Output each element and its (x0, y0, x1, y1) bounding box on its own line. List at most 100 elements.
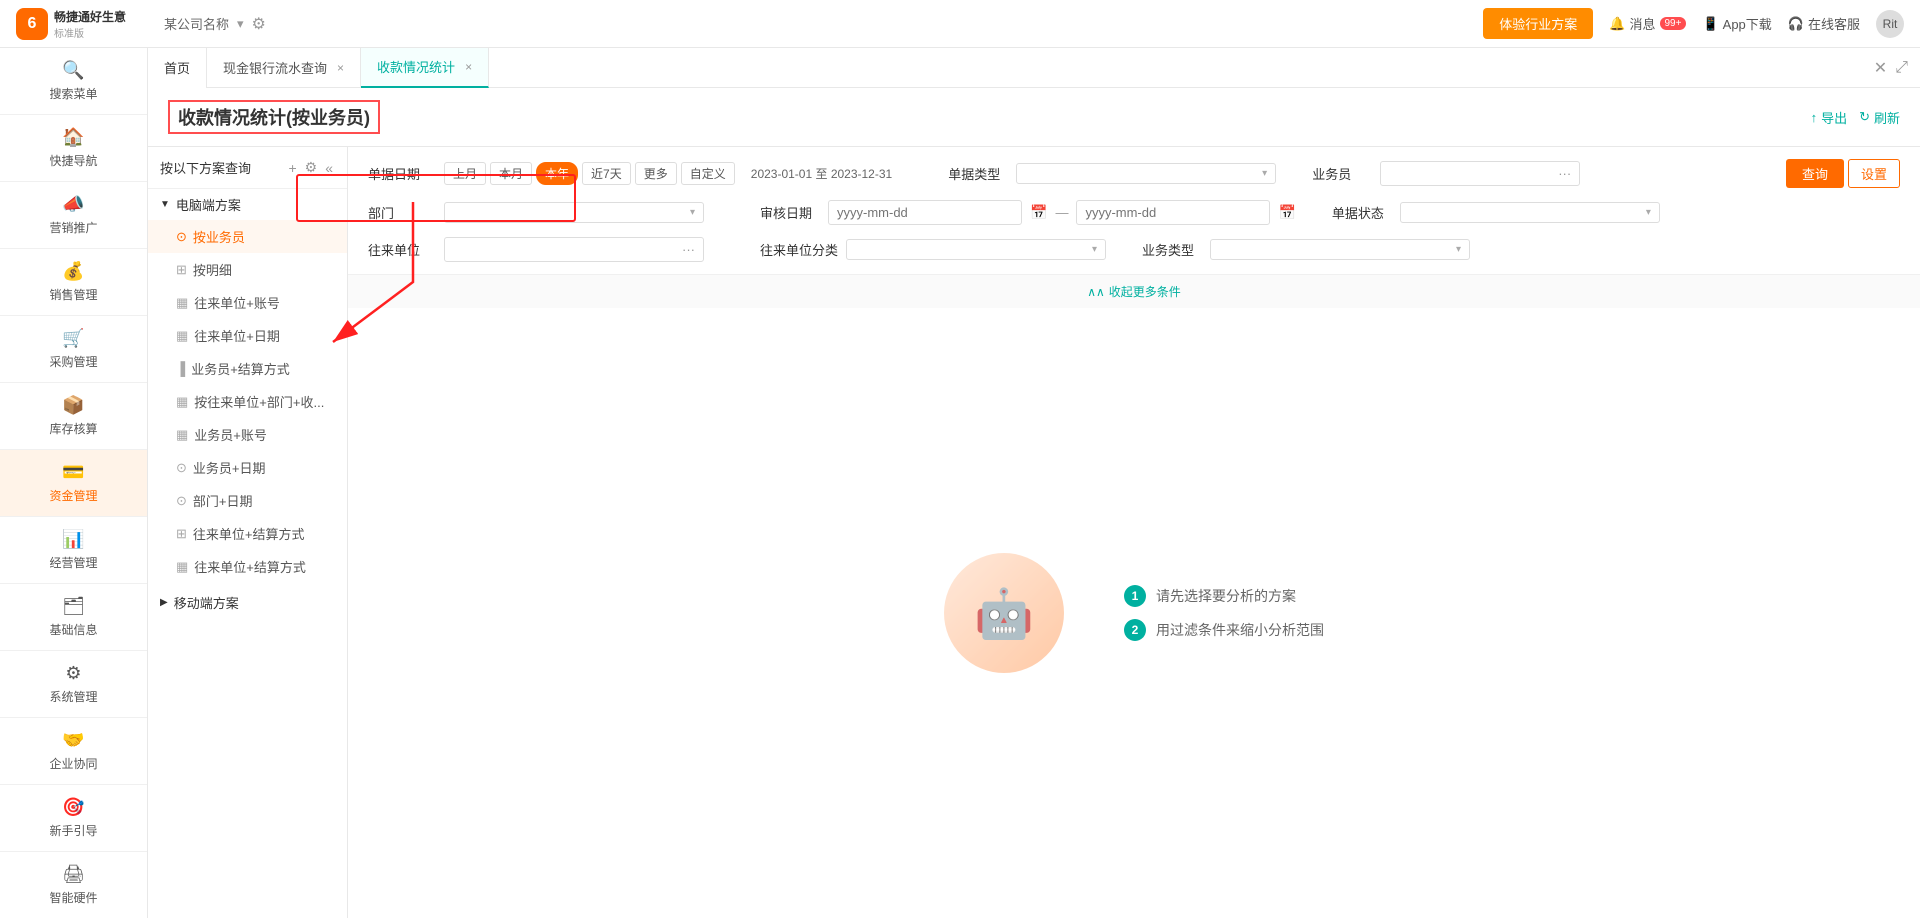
salesperson-select[interactable]: ··· (1380, 161, 1580, 186)
filter-actions: 查询 设置 (1786, 159, 1900, 188)
window-maximize-icon[interactable]: ⤢ (1895, 59, 1908, 77)
tab-home[interactable]: 首页 (148, 48, 207, 88)
scheme-item-9[interactable]: ⊞ 往来单位+结算方式 (148, 517, 347, 550)
app-download-btn[interactable]: 📱 App下载 (1702, 14, 1771, 33)
collapse-bar[interactable]: ∧∧ 收起更多条件 (348, 274, 1920, 308)
collapse-panel-button[interactable]: « (323, 158, 335, 178)
date-btn-more[interactable]: 更多 (635, 162, 677, 185)
sidebar-item-operation[interactable]: 📊 经营管理 (0, 517, 147, 584)
sidebar-label-purchase: 采购管理 (49, 353, 97, 370)
review-date-end[interactable] (1076, 200, 1270, 225)
scheme-item-7[interactable]: ⊙ 业务员+日期 (148, 451, 347, 484)
sidebar-item-marketing[interactable]: 📣 营销推广 (0, 182, 147, 249)
window-close-icon[interactable]: ✕ (1874, 58, 1887, 78)
counterpart-dots: ··· (682, 242, 695, 257)
scheme-item-6[interactable]: ▦ 业务员+账号 (148, 418, 347, 451)
search-icon: 🔍 (62, 60, 84, 81)
clock-icon-8: ⊙ (176, 493, 187, 509)
sidebar: 🔍 搜索菜单 🏠 快捷导航 📣 营销推广 💰 销售管理 🛒 采购管理 📦 库存核… (0, 48, 148, 918)
calendar-icon-end[interactable]: 📅 (1278, 204, 1295, 221)
online-service-btn[interactable]: 🎧 在线客服 (1788, 14, 1860, 33)
page-actions: ↑ 导出 ↻ 刷新 (1811, 108, 1900, 127)
filter-row-2: 部门 ▾ 审核日期 📅 — 📅 (368, 200, 1900, 225)
sidebar-label-enterprise: 企业协同 (49, 755, 97, 772)
scheme-item-8[interactable]: ⊙ 部门+日期 (148, 484, 347, 517)
export-button[interactable]: ↑ 导出 (1811, 108, 1848, 127)
counterpart-type-group: 往来单位分类 ▾ (760, 239, 1106, 260)
sidebar-item-nav[interactable]: 🏠 快捷导航 (0, 115, 147, 182)
doc-status-label: 单据状态 (1332, 203, 1392, 222)
date-btn-this-month[interactable]: 本月 (490, 162, 532, 185)
tab-close-receipt[interactable]: × (465, 60, 472, 74)
table-icon-2: ▦ (176, 295, 188, 311)
calendar-icon-start[interactable]: 📅 (1030, 204, 1047, 221)
triangle-right-icon: ▶ (160, 597, 168, 608)
chevron-counterpart-type: ▾ (1092, 244, 1097, 255)
scheme-item-4[interactable]: ▐ 业务员+结算方式 (148, 352, 347, 385)
filter-row-3: 往来单位 ··· 往来单位分类 ▾ (368, 237, 1900, 262)
money-icon: 💰 (62, 261, 84, 282)
settings-scheme-button[interactable]: ⚙ (303, 157, 320, 178)
sidebar-item-search[interactable]: 🔍 搜索菜单 (0, 48, 147, 115)
tab-receipt[interactable]: 收款情况统计 × (361, 48, 489, 88)
scheme-item-3[interactable]: ▦ 往来单位+日期 (148, 319, 347, 352)
add-scheme-button[interactable]: + (286, 158, 298, 178)
sidebar-item-base[interactable]: 🗂 基础信息 (0, 584, 147, 651)
scheme-item-label-5: 按往来单位+部门+收... (194, 392, 324, 411)
notification-count: 99+ (1660, 17, 1687, 30)
date-btn-custom[interactable]: 自定义 (681, 162, 735, 185)
scheme-group-mobile-header[interactable]: ▶ 移动端方案 (148, 587, 347, 618)
doc-status-select[interactable]: ▾ (1400, 202, 1660, 223)
chevron-down-icon[interactable]: ▾ (237, 16, 244, 32)
cart-icon: 🛒 (62, 328, 84, 349)
tab-close-bank[interactable]: × (337, 61, 344, 75)
collapse-label: 收起更多条件 (1109, 283, 1181, 300)
scheme-item-2[interactable]: ▦ 往来单位+账号 (148, 286, 347, 319)
triangle-down-icon: ▼ (160, 199, 170, 210)
grid-icon-1: ⊞ (176, 262, 187, 278)
scheme-group-mobile-label: 移动端方案 (174, 593, 239, 612)
chevron-biz-type: ▾ (1456, 244, 1461, 255)
user-avatar[interactable]: Rit (1876, 10, 1904, 38)
doc-type-group: 单据类型 ▾ (948, 163, 1276, 184)
biz-type-select[interactable]: ▾ (1210, 239, 1470, 260)
scheme-item-label-7: 业务员+日期 (193, 458, 266, 477)
date-btn-last-month[interactable]: 上月 (444, 162, 486, 185)
refresh-button[interactable]: ↻ 刷新 (1859, 108, 1900, 127)
scheme-item-5[interactable]: ▦ 按往来单位+部门+收... (148, 385, 347, 418)
tab-bar: 首页 现金银行流水查询 × 收款情况统计 × ✕ ⤢ (148, 48, 1920, 88)
scheme-item-10[interactable]: ▦ 往来单位+结算方式 (148, 550, 347, 583)
breadcrumb: 某公司名称 (164, 14, 229, 33)
sidebar-item-sales[interactable]: 💰 销售管理 (0, 249, 147, 316)
trial-button[interactable]: 体验行业方案 (1483, 8, 1593, 39)
doc-type-select[interactable]: ▾ (1016, 163, 1276, 184)
scheme-panel-header: 按以下方案查询 + ⚙ « (148, 147, 347, 189)
page-title: 收款情况统计(按业务员) (168, 100, 380, 134)
scheme-item-0[interactable]: ⊙ 按业务员 (148, 220, 347, 253)
sidebar-item-enterprise[interactable]: 🤝 企业协同 (0, 718, 147, 785)
sidebar-item-inventory[interactable]: 📦 库存核算 (0, 383, 147, 450)
sidebar-item-newbie[interactable]: 🎯 新手引导 (0, 785, 147, 852)
scheme-group-pc-header[interactable]: ▼ 电脑端方案 (148, 189, 347, 220)
date-btn-7days[interactable]: 近7天 (582, 162, 631, 185)
settings-icon[interactable]: ⚙ (252, 14, 266, 34)
sidebar-item-finance[interactable]: 💳 资金管理 (0, 450, 147, 517)
step-2-text: 用过滤条件来缩小分析范围 (1156, 620, 1324, 640)
sidebar-item-system[interactable]: ⚙ 系统管理 (0, 651, 147, 718)
sidebar-item-hardware[interactable]: 🖨 智能硬件 (0, 852, 147, 918)
query-button[interactable]: 查询 (1786, 159, 1844, 188)
counterpart-type-select[interactable]: ▾ (846, 239, 1106, 260)
counterpart-select[interactable]: ··· (444, 237, 704, 262)
notification-btn[interactable]: 🔔 消息 99+ (1609, 14, 1686, 33)
settings-button[interactable]: 设置 (1848, 159, 1900, 188)
sidebar-item-purchase[interactable]: 🛒 采购管理 (0, 316, 147, 383)
tab-bank[interactable]: 现金银行流水查询 × (207, 48, 361, 88)
scheme-item-1[interactable]: ⊞ 按明细 (148, 253, 347, 286)
review-date-start[interactable] (828, 200, 1022, 225)
active-scheme-icon: ⊙ (176, 229, 187, 245)
date-btn-this-year[interactable]: 本年 (536, 162, 578, 185)
table-icon-5: ▦ (176, 394, 188, 410)
sidebar-label-system: 系统管理 (49, 688, 97, 705)
dept-select[interactable]: ▾ (444, 202, 704, 223)
collapse-up-icon: ∧∧ (1087, 285, 1105, 299)
